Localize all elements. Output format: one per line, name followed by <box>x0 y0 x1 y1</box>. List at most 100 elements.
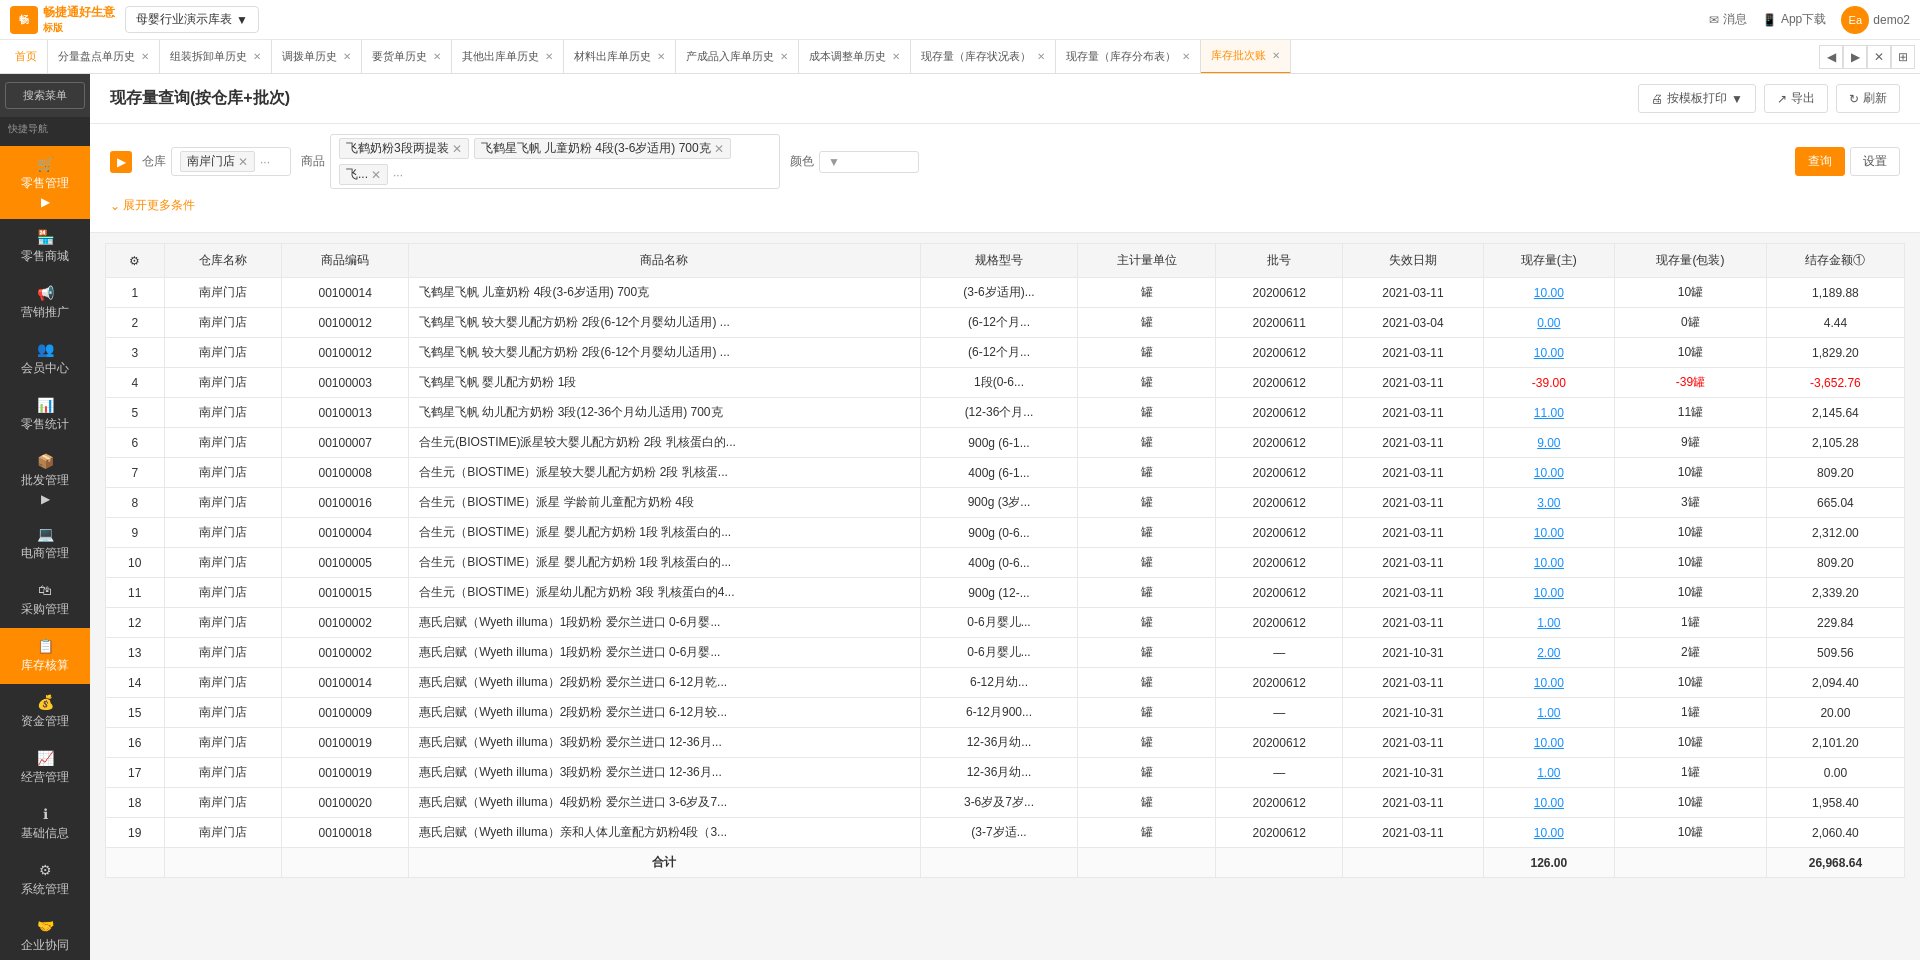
product-tag-3-close[interactable]: ✕ <box>371 168 381 182</box>
tab-close-icon[interactable]: ✕ <box>253 51 261 62</box>
cell-qty-main[interactable]: 10.00 <box>1483 578 1614 608</box>
tab-close-icon[interactable]: ✕ <box>141 51 149 62</box>
tab-close-icon[interactable]: ✕ <box>892 51 900 62</box>
tab-nav-left[interactable]: ◀ <box>1819 45 1843 69</box>
color-tag-group[interactable]: ▼ <box>819 151 919 173</box>
tab-成本调整单历史[interactable]: 成本调整单历史 ✕ <box>799 40 911 74</box>
cell-amount: 2,145.64 <box>1766 398 1904 428</box>
cell-warehouse: 南岸门店 <box>164 338 282 368</box>
cell-qty-main[interactable]: 1.00 <box>1483 758 1614 788</box>
tab-close-icon[interactable]: ✕ <box>1272 50 1280 61</box>
tab-close-icon[interactable]: ✕ <box>1037 51 1045 62</box>
cell-qty-main[interactable]: 11.00 <box>1483 398 1614 428</box>
col-spec: 规格型号 <box>920 244 1077 278</box>
sidebar-item-资金管理[interactable]: 💰 资金管理 <box>0 684 90 740</box>
cell-batch: — <box>1216 698 1343 728</box>
col-settings[interactable]: ⚙ <box>106 244 165 278</box>
product-tag-2-close[interactable]: ✕ <box>714 142 724 156</box>
tab-nav-close[interactable]: ✕ <box>1867 45 1891 69</box>
tab-现存量库存分布表[interactable]: 现存量（库存分布表）✕ <box>1056 40 1201 74</box>
tab-close-icon[interactable]: ✕ <box>1182 51 1190 62</box>
tab-close-icon[interactable]: ✕ <box>433 51 441 62</box>
cell-qty-main[interactable]: 10.00 <box>1483 338 1614 368</box>
tab-组装拆卸单历史[interactable]: 组装拆卸单历史 ✕ <box>160 40 272 74</box>
export-icon: ↗ <box>1777 92 1787 106</box>
tab-要货单历史[interactable]: 要货单历史 ✕ <box>362 40 452 74</box>
refresh-btn[interactable]: ↻ 刷新 <box>1836 84 1900 113</box>
avatar: Ea <box>1841 6 1869 34</box>
tab-材料出库单历史[interactable]: 材料出库单历史 ✕ <box>564 40 676 74</box>
tab-调拨单历史[interactable]: 调拨单历史 ✕ <box>272 40 362 74</box>
cell-unit: 罐 <box>1078 458 1216 488</box>
cell-qty-main[interactable]: 1.00 <box>1483 608 1614 638</box>
cell-qty-main[interactable]: 10.00 <box>1483 668 1614 698</box>
search-menu-btn[interactable]: 搜索菜单 <box>5 82 85 109</box>
product-tag-group[interactable]: 飞鹤奶粉3段两提装 ✕ 飞鹤星飞帆 儿童奶粉 4段(3-6岁适用) 700克 ✕… <box>330 134 780 189</box>
cell-spec: (12-36个月... <box>920 398 1077 428</box>
cell-qty-main[interactable]: 1.00 <box>1483 698 1614 728</box>
warehouse-tag-close[interactable]: ✕ <box>238 155 248 169</box>
export-btn[interactable]: ↗ 导出 <box>1764 84 1828 113</box>
sidebar-item-营销推广[interactable]: 📢 营销推广 <box>0 275 90 331</box>
sidebar-item-基础信息[interactable]: ℹ 基础信息 <box>0 796 90 852</box>
query-btn[interactable]: 查询 <box>1795 147 1845 176</box>
tab-分量盘点单历史[interactable]: 分量盘点单历史 ✕ <box>48 40 160 74</box>
sidebar-item-零售统计[interactable]: 📊 零售统计 <box>0 387 90 443</box>
cell-qty-main[interactable]: 10.00 <box>1483 548 1614 578</box>
tab-close-icon[interactable]: ✕ <box>657 51 665 62</box>
product-ellipsis[interactable]: ··· <box>393 168 403 182</box>
user-menu[interactable]: Ea demo2 <box>1841 6 1910 34</box>
sidebar-item-库存核算[interactable]: 📋 库存核算 <box>0 628 90 684</box>
sidebar-item-零售商城[interactable]: 🏪 零售商城 <box>0 219 90 275</box>
cell-qty-main[interactable]: 10.00 <box>1483 518 1614 548</box>
expand-conditions-btn[interactable]: ⌄ 展开更多条件 <box>110 197 1900 214</box>
cell-qty-main[interactable]: 10.00 <box>1483 788 1614 818</box>
sidebar-item-电商管理[interactable]: 💻 电商管理 <box>0 516 90 572</box>
app-download-btn[interactable]: 📱 App下载 <box>1762 11 1826 28</box>
sidebar-item-零售管理[interactable]: 🛒 零售管理 ▶ <box>0 146 90 219</box>
tab-close-icon[interactable]: ✕ <box>780 51 788 62</box>
tab-nav-right[interactable]: ▶ <box>1843 45 1867 69</box>
wholesale-icon: 📦 <box>37 453 54 469</box>
sidebar-item-采购管理[interactable]: 🛍 采购管理 <box>0 572 90 628</box>
tab-close-icon[interactable]: ✕ <box>545 51 553 62</box>
sidebar-item-会员中心[interactable]: 👥 会员中心 <box>0 331 90 387</box>
arrow-icon: ▶ <box>41 195 50 209</box>
tab-home[interactable]: 首页 <box>5 40 48 74</box>
tab-库存批次账[interactable]: 库存批次账 ✕ <box>1201 40 1291 74</box>
tab-close-icon[interactable]: ✕ <box>343 51 351 62</box>
col-qty-pack: 现存量(包装) <box>1615 244 1767 278</box>
cell-qty-main[interactable]: 2.00 <box>1483 638 1614 668</box>
org-label: 母婴行业演示库表 <box>136 11 232 28</box>
print-label: 按模板打印 <box>1667 90 1727 107</box>
sidebar-item-批发管理[interactable]: 📦 批发管理 ▶ <box>0 443 90 516</box>
tab-产成品入库单历史[interactable]: 产成品入库单历史 ✕ <box>676 40 799 74</box>
cell-qty-main[interactable]: 0.00 <box>1483 308 1614 338</box>
warehouse-ellipsis[interactable]: ··· <box>260 155 270 169</box>
cell-qty-main[interactable]: 10.00 <box>1483 818 1614 848</box>
cell-qty-main[interactable]: 10.00 <box>1483 728 1614 758</box>
sidebar-item-经营管理[interactable]: 📈 经营管理 <box>0 740 90 796</box>
cell-qty-main[interactable]: 10.00 <box>1483 278 1614 308</box>
message-btn[interactable]: ✉ 消息 <box>1709 11 1747 28</box>
cell-qty-main[interactable]: 10.00 <box>1483 458 1614 488</box>
sidebar-item-企业协同[interactable]: 🤝 企业协同 <box>0 908 90 960</box>
settings-btn[interactable]: 设置 <box>1850 147 1900 176</box>
tab-现存量库存状况表[interactable]: 现存量（库存状况表）✕ <box>911 40 1056 74</box>
cell-qty-main[interactable]: 9.00 <box>1483 428 1614 458</box>
cell-spec: (3-7岁适... <box>920 818 1077 848</box>
org-selector[interactable]: 母婴行业演示库表 ▼ <box>125 6 259 33</box>
product-tag-1-close[interactable]: ✕ <box>452 142 462 156</box>
tab-nav-more[interactable]: ⊞ <box>1891 45 1915 69</box>
cell-qty-pack: 10罐 <box>1615 578 1767 608</box>
tab-其他出库单历史[interactable]: 其他出库单历史 ✕ <box>452 40 564 74</box>
content-area: 现存量查询(按仓库+批次) 🖨 按模板打印 ▼ ↗ 导出 ↻ 刷新 <box>90 74 1920 960</box>
logo-icon: 畅 <box>10 6 38 34</box>
sidebar-item-系统管理[interactable]: ⚙ 系统管理 <box>0 852 90 908</box>
filter-expand-btn[interactable]: ▶ <box>110 151 132 173</box>
row-num: 10 <box>106 548 165 578</box>
print-btn[interactable]: 🖨 按模板打印 ▼ <box>1638 84 1756 113</box>
expand-label: 展开更多条件 <box>123 197 195 214</box>
cell-qty-main[interactable]: 3.00 <box>1483 488 1614 518</box>
warehouse-tag-group[interactable]: 南岸门店 ✕ ··· <box>171 147 291 176</box>
